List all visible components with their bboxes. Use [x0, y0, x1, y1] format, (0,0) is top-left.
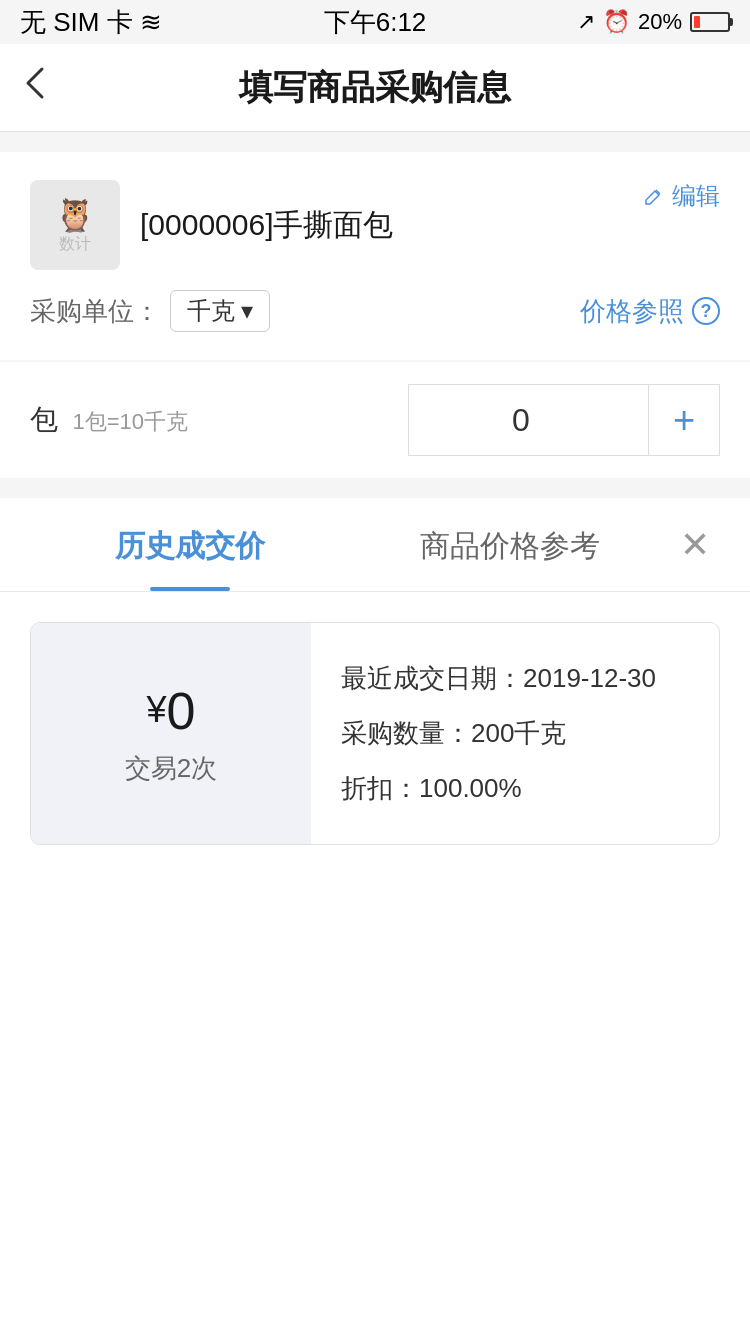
history-quantity: 采购数量：200千克 [341, 714, 689, 753]
tab-price-reference[interactable]: 商品价格参考 [350, 498, 670, 591]
quantity-row: 包 1包=10千克 + [0, 362, 750, 478]
quantity-label-group: 包 1包=10千克 [30, 401, 188, 439]
quantity-input[interactable] [408, 384, 648, 456]
bottom-space [0, 875, 750, 1334]
status-carrier: 无 SIM 卡 ≋ [20, 5, 162, 40]
history-discount: 折扣：100.00% [341, 769, 689, 808]
product-card: 🦉 数计 [0000006]手撕面包 编辑 采购单位： 千克 ▾ 价格参照 [0, 152, 750, 360]
history-last-date: 最近成交日期：2019-12-30 [341, 659, 689, 698]
quantity-conversion: 1包=10千克 [72, 409, 188, 434]
status-bar: 无 SIM 卡 ≋ 下午6:12 ↗ ⏰ 20% [0, 0, 750, 44]
quantity-unit: 包 [30, 404, 58, 435]
history-price-value: ¥0 [147, 681, 196, 741]
quantity-control: + [408, 384, 720, 456]
alarm-icon: ⏰ [603, 9, 630, 35]
product-info: 🦉 数计 [0000006]手撕面包 [30, 180, 393, 270]
edit-button[interactable]: 编辑 [642, 180, 720, 212]
unit-label: 采购单位： 千克 ▾ [30, 290, 270, 332]
product-meta: 采购单位： 千克 ▾ 价格参照 ? [30, 290, 720, 332]
help-icon: ? [692, 297, 720, 325]
page-title: 填写商品采购信息 [239, 65, 511, 111]
history-detail-section: 最近成交日期：2019-12-30 采购数量：200千克 折扣：100.00% [311, 623, 719, 844]
nav-bar: 填写商品采购信息 [0, 44, 750, 132]
location-icon: ↗ [577, 9, 595, 35]
history-card: ¥0 交易2次 最近成交日期：2019-12-30 采购数量：200千克 折扣：… [30, 622, 720, 845]
product-name: [0000006]手撕面包 [140, 205, 393, 246]
back-button[interactable] [24, 65, 46, 110]
tab-panel: 历史成交价 商品价格参考 ✕ ¥0 交易2次 最近成交日期：2019-12-30… [0, 498, 750, 875]
product-logo-icon: 🦉 [55, 196, 95, 234]
status-right: ↗ ⏰ 20% [577, 9, 730, 35]
history-price-section: ¥0 交易2次 [31, 623, 311, 844]
tab-history-price[interactable]: 历史成交价 [30, 498, 350, 591]
quantity-plus-button[interactable]: + [648, 384, 720, 456]
product-thumbnail: 🦉 数计 [30, 180, 120, 270]
price-reference-button[interactable]: 价格参照 ? [580, 294, 720, 329]
product-header: 🦉 数计 [0000006]手撕面包 编辑 [30, 180, 720, 270]
tab-bar: 历史成交价 商品价格参考 ✕ [0, 498, 750, 592]
tab-close-button[interactable]: ✕ [670, 514, 720, 576]
history-trade-count: 交易2次 [125, 751, 217, 786]
battery-icon [690, 12, 730, 32]
product-logo-text: 数计 [59, 234, 91, 255]
status-time: 下午6:12 [324, 5, 427, 40]
tab-content: ¥0 交易2次 最近成交日期：2019-12-30 采购数量：200千克 折扣：… [0, 592, 750, 875]
battery-percent: 20% [638, 9, 682, 35]
unit-select[interactable]: 千克 ▾ [170, 290, 270, 332]
